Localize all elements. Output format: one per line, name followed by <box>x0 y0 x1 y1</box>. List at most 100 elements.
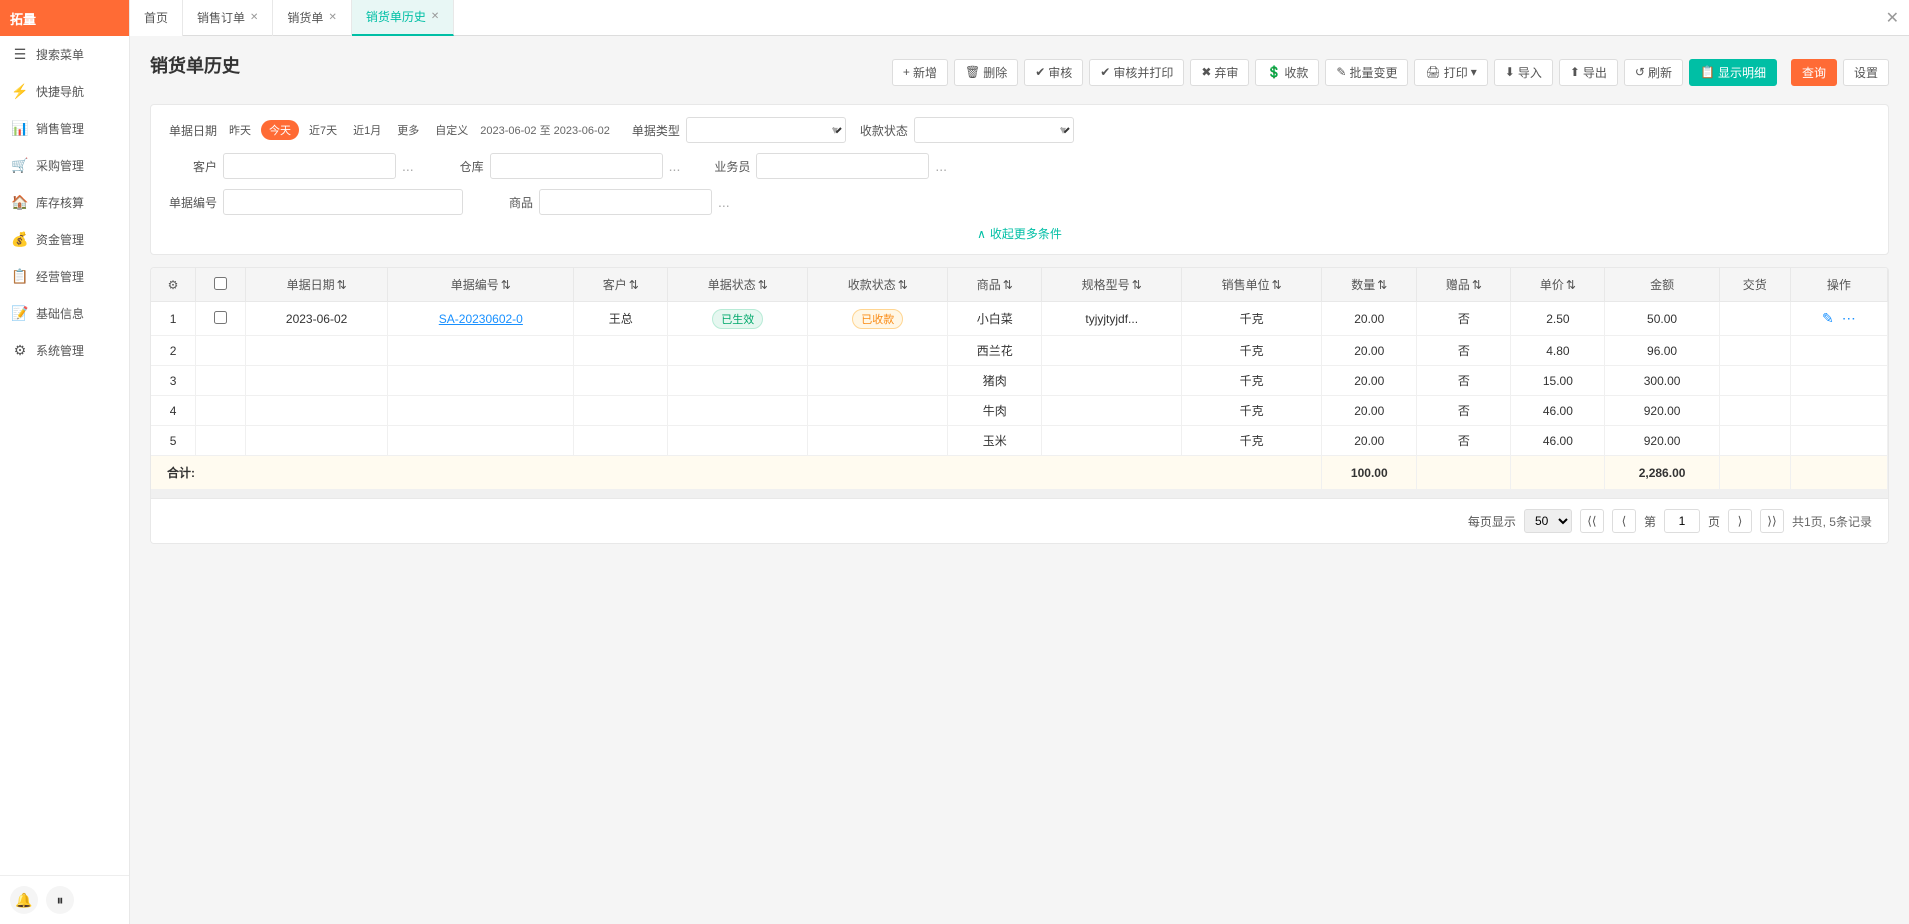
audit-button[interactable]: ✔ 审核 <box>1024 59 1083 86</box>
sidebar-item-purchase[interactable]: 🛒 采购管理 <box>0 147 129 184</box>
cell-checkbox <box>196 366 246 396</box>
summary-label: 合计: <box>151 456 1322 490</box>
per-page-select[interactable]: 50 <box>1524 509 1572 533</box>
first-page-btn[interactable]: ⟨⟨ <box>1580 509 1604 533</box>
cell-spec <box>1042 396 1182 426</box>
sort-icon: ⇅ <box>1566 278 1576 292</box>
cell-unit: 千克 <box>1182 302 1322 336</box>
refresh-button[interactable]: ↺ 刷新 <box>1624 59 1683 86</box>
sidebar-item-sales[interactable]: 📊 销售管理 <box>0 110 129 147</box>
pause-btn[interactable]: ⏸ <box>46 886 74 914</box>
delete-button[interactable]: 🗑 删除 <box>954 59 1018 86</box>
prev-page-btn[interactable]: ⟨ <box>1612 509 1636 533</box>
date-today-btn[interactable]: 今天 <box>261 120 299 140</box>
sort-doc-no-btn[interactable]: 单据编号⇅ <box>394 276 567 293</box>
date-range-display: 2023-06-02 至 2023-06-02 <box>480 122 610 138</box>
goods-pick-icon[interactable]: ... <box>718 194 730 210</box>
th-gear[interactable]: ⚙ <box>151 268 196 302</box>
abandon-button[interactable]: ✖ 弃审 <box>1190 59 1249 86</box>
sidebar-item-inventory[interactable]: 🏠 库存核算 <box>0 184 129 221</box>
last-page-btn[interactable]: ⟩⟩ <box>1760 509 1784 533</box>
cell-spec <box>1042 366 1182 396</box>
export-button[interactable]: ⬆ 导出 <box>1559 59 1618 86</box>
more-btn[interactable]: ⋯ <box>1840 308 1858 329</box>
staff-pick-icon[interactable]: ... <box>935 158 947 174</box>
table-row: 5 玉米 千克 20.00 否 46.00 920.00 <box>151 426 1888 456</box>
cell-price: 15.00 <box>1511 366 1605 396</box>
close-all-tabs-button[interactable]: ✕ <box>1876 8 1909 28</box>
sort-unit-btn[interactable]: 销售单位⇅ <box>1188 276 1315 293</box>
tab-sales-delivery-history[interactable]: 销货单历史 ✕ <box>352 0 454 36</box>
print-button[interactable]: 🖨 打印 ▾ <box>1414 59 1487 86</box>
filter-type: 单据类型 ▾ <box>630 117 838 143</box>
doc-no-link[interactable]: SA-20230602-0 <box>439 312 523 326</box>
doc-no-input[interactable] <box>223 189 463 215</box>
close-tab-sales-order-icon[interactable]: ✕ <box>250 12 258 23</box>
sidebar-item-quick-nav[interactable]: ⚡ 快捷导航 <box>0 73 129 110</box>
sidebar-logo: 拓量 <box>0 0 129 36</box>
edit-btn[interactable]: ✎ <box>1820 308 1836 329</box>
sidebar-item-fund[interactable]: 💰 资金管理 <box>0 221 129 258</box>
row-checkbox[interactable] <box>214 311 227 324</box>
sidebar-item-sys-mgmt[interactable]: ⚙ 系统管理 <box>0 332 129 369</box>
sort-spec-btn[interactable]: 规格型号⇅ <box>1048 276 1175 293</box>
collect-button[interactable]: 💲 收款 <box>1255 59 1319 86</box>
audit-print-button[interactable]: ✔ 审核并打印 <box>1089 59 1184 86</box>
sidebar-item-search-menu[interactable]: ☰ 搜索菜单 <box>0 36 129 73</box>
sort-price-btn[interactable]: 单价⇅ <box>1517 276 1598 293</box>
new-button[interactable]: + 新增 <box>892 59 948 86</box>
sort-goods-btn[interactable]: 商品⇅ <box>954 276 1035 293</box>
tab-sales-order[interactable]: 销售订单 ✕ <box>183 0 273 36</box>
sort-date-btn[interactable]: 单据日期⇅ <box>252 276 381 293</box>
type-select[interactable] <box>686 117 846 143</box>
sort-customer-btn[interactable]: 客户⇅ <box>580 276 661 293</box>
data-table-wrap: ⚙ 单据日期⇅ 单据编号⇅ 客户⇅ 单据状态⇅ 收款状态⇅ 商品⇅ 规格型号⇅ … <box>150 267 1889 544</box>
cell-doc-no <box>388 366 574 396</box>
sort-qty-btn[interactable]: 数量⇅ <box>1328 276 1410 293</box>
warehouse-pick-icon[interactable]: ... <box>669 158 681 174</box>
staff-input[interactable] <box>756 153 929 179</box>
import-button[interactable]: ⬇ 导入 <box>1494 59 1553 86</box>
payment-select[interactable] <box>914 117 1074 143</box>
page-input[interactable] <box>1664 509 1700 533</box>
setting-button[interactable]: 设置 <box>1843 59 1889 86</box>
tab-home[interactable]: 首页 <box>130 0 183 36</box>
gear-icon[interactable]: ⚙ <box>168 278 179 292</box>
sidebar-item-operations[interactable]: 📋 经营管理 <box>0 258 129 295</box>
close-tab-history-icon[interactable]: ✕ <box>431 11 439 22</box>
payment-label: 收款状态 <box>858 122 908 139</box>
date-7days-btn[interactable]: 近7天 <box>303 120 343 140</box>
collapse-filter-button[interactable]: ∧ 收起更多条件 <box>167 225 1872 242</box>
import-label: 导入 <box>1518 64 1542 81</box>
filter-panel: 单据日期 昨天 今天 近7天 近1月 更多 自定义 2023-06-02 至 2… <box>150 104 1889 255</box>
sort-doc-status-btn[interactable]: 单据状态⇅ <box>674 276 801 293</box>
warehouse-input[interactable] <box>490 153 663 179</box>
customer-input[interactable] <box>223 153 396 179</box>
cell-doc-no <box>388 426 574 456</box>
type-label: 单据类型 <box>630 122 680 139</box>
date-yesterday-btn[interactable]: 昨天 <box>223 120 257 140</box>
sort-gift-btn[interactable]: 赠品⇅ <box>1423 276 1504 293</box>
tab-sales-delivery[interactable]: 销货单 ✕ <box>273 0 351 36</box>
horizontal-scrollbar[interactable] <box>151 490 1888 498</box>
date-custom-btn[interactable]: 自定义 <box>429 120 474 140</box>
th-amount: 金额 <box>1605 268 1719 302</box>
customer-pick-icon[interactable]: ... <box>402 158 414 174</box>
date-more-btn[interactable]: 更多 <box>391 120 425 140</box>
sidebar: 拓量 ☰ 搜索菜单 ⚡ 快捷导航 📊 销售管理 🛒 采购管理 🏠 库存核算 💰 … <box>0 0 130 924</box>
goods-input[interactable] <box>539 189 712 215</box>
audit-icon: ✔ <box>1035 65 1045 79</box>
date-1month-btn[interactable]: 近1月 <box>347 120 387 140</box>
show-detail-button[interactable]: 📋 显示明细 <box>1689 59 1777 86</box>
table-header-row: ⚙ 单据日期⇅ 单据编号⇅ 客户⇅ 单据状态⇅ 收款状态⇅ 商品⇅ 规格型号⇅ … <box>151 268 1888 302</box>
select-all-checkbox[interactable] <box>214 277 227 290</box>
sidebar-item-base-info[interactable]: 📝 基础信息 <box>0 295 129 332</box>
row-ops: ✎⋯ <box>1797 308 1881 329</box>
next-page-btn[interactable]: ⟩ <box>1728 509 1752 533</box>
batch-change-button[interactable]: ✎ 批量变更 <box>1325 59 1408 86</box>
sort-pay-status-btn[interactable]: 收款状态⇅ <box>814 276 941 293</box>
notification-btn[interactable]: 🔔 <box>10 886 38 914</box>
close-tab-sales-delivery-icon[interactable]: ✕ <box>328 12 336 23</box>
cell-goods: 牛肉 <box>948 396 1042 426</box>
query-button[interactable]: 查询 <box>1791 59 1837 86</box>
